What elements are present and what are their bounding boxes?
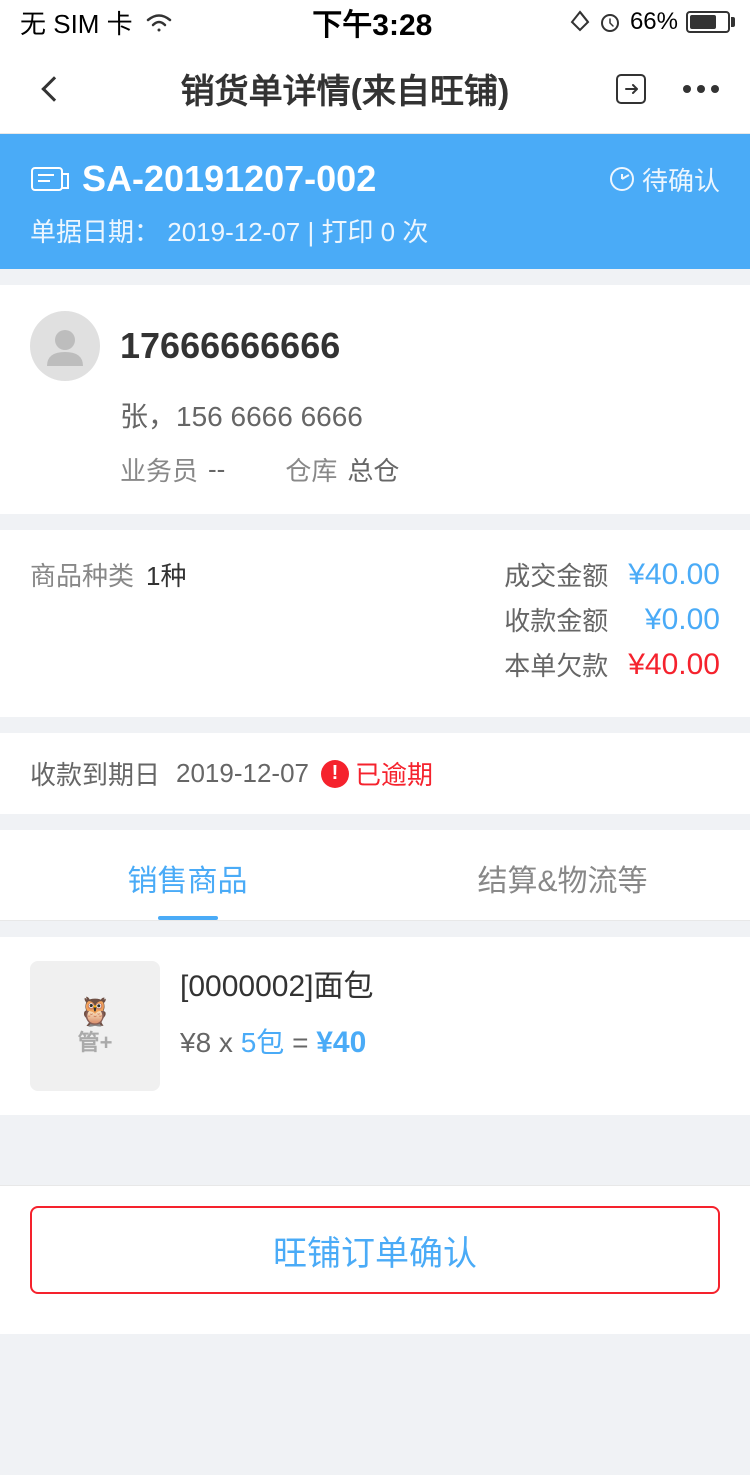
amount-section: 成交金额 ¥40.00 收款金额 ¥0.00 本单欠款 ¥40.00 xyxy=(504,556,720,691)
status-right: 66% xyxy=(570,8,730,36)
product-price: ¥8 x 5包 = ¥40 xyxy=(180,1021,720,1061)
price-total: ¥40 xyxy=(316,1026,366,1059)
confirm-btn-label: 旺铺订单确认 xyxy=(273,1226,477,1275)
bottom-padding xyxy=(0,1315,750,1475)
clock-icon xyxy=(610,167,634,191)
back-button[interactable] xyxy=(24,59,84,119)
category-field: 商品种类 1种 xyxy=(30,556,186,593)
status-bar: 无 SIM 卡 下午3:28 66% xyxy=(0,0,750,44)
category-label: 商品种类 xyxy=(30,556,134,593)
more-button[interactable] xyxy=(676,64,726,114)
warehouse-label: 仓库 xyxy=(285,451,337,488)
share-button[interactable] xyxy=(606,64,656,114)
bottom-button-container: 旺铺订单确认 xyxy=(0,1185,750,1334)
deal-amount-label: 成交金额 xyxy=(504,556,608,593)
back-arrow-icon xyxy=(41,76,66,101)
payment-value: ¥0.00 xyxy=(645,603,720,637)
order-header: SA-20191207-002 待确认 单据日期： 2019-12-07 | 打… xyxy=(0,134,750,269)
deal-amount-value: ¥40.00 xyxy=(628,558,720,592)
confirm-order-button[interactable]: 旺铺订单确认 xyxy=(30,1206,720,1294)
nav-bar: 销货单详情(来自旺铺) xyxy=(0,44,750,134)
price-qty: 5包 xyxy=(241,1027,285,1058)
wifi-icon xyxy=(143,10,175,34)
more-icon xyxy=(681,83,721,95)
warehouse-field: 仓库 总仓 xyxy=(285,451,399,488)
due-value: ¥40.00 xyxy=(628,648,720,682)
share-icon xyxy=(613,71,649,107)
warning-icon: ! xyxy=(321,760,349,788)
avatar-icon xyxy=(43,324,87,368)
product-info: [0000002]面包 ¥8 x 5包 = ¥40 xyxy=(180,961,720,1061)
battery-percentage: 66% xyxy=(630,8,678,36)
price-base: ¥8 x xyxy=(180,1027,241,1058)
product-image: 🦉 管+ xyxy=(30,961,160,1091)
page-title: 销货单详情(来自旺铺) xyxy=(84,64,606,113)
carrier-text: 无 SIM 卡 xyxy=(20,4,133,41)
location-icon xyxy=(570,10,590,34)
product-logo: 🦉 管+ xyxy=(78,997,113,1056)
customer-name: 张，156 6666 6666 xyxy=(120,395,720,435)
category-value: 1种 xyxy=(146,556,186,593)
tab-sales-products[interactable]: 销售商品 xyxy=(0,830,375,920)
order-id: SA-20191207-002 xyxy=(30,158,376,200)
battery-icon xyxy=(686,11,730,33)
overdue-date: 2019-12-07 xyxy=(176,758,309,789)
status-left: 无 SIM 卡 xyxy=(20,4,175,41)
salesperson-value: -- xyxy=(208,454,225,485)
product-name: [0000002]面包 xyxy=(180,961,720,1005)
salesperson-field: 业务员 -- xyxy=(120,451,225,488)
customer-card: 17666666666 张，156 6666 6666 业务员 -- 仓库 总仓 xyxy=(0,285,750,514)
price-separator: = xyxy=(292,1027,316,1058)
payment-label: 收款金额 xyxy=(504,601,608,638)
overdue-badge: ! 已逾期 xyxy=(321,755,433,792)
due-label: 本单欠款 xyxy=(504,646,608,683)
warehouse-value: 总仓 xyxy=(347,451,399,488)
customer-phone: 17666666666 xyxy=(120,325,340,367)
status-time: 下午3:28 xyxy=(312,0,432,44)
order-date: 单据日期： 2019-12-07 | 打印 0 次 xyxy=(30,212,720,249)
tabs-container: 销售商品 结算&物流等 xyxy=(0,830,750,921)
alarm-icon xyxy=(598,10,622,34)
tab-settlement-logistics[interactable]: 结算&物流等 xyxy=(375,830,750,920)
overdue-card: 收款到期日 2019-12-07 ! 已逾期 xyxy=(0,733,750,814)
overdue-text: 已逾期 xyxy=(355,755,433,792)
overdue-label: 收款到期日 xyxy=(30,755,160,792)
avatar xyxy=(30,311,100,381)
status-text: 待确认 xyxy=(642,161,720,198)
order-icon xyxy=(30,164,70,194)
nav-actions xyxy=(606,64,726,114)
tabs-row: 销售商品 结算&物流等 xyxy=(0,830,750,921)
order-status: 待确认 xyxy=(610,161,720,198)
salesperson-label: 业务员 xyxy=(120,451,198,488)
summary-card: 商品种类 1种 成交金额 ¥40.00 收款金额 ¥0.00 本单欠款 ¥40.… xyxy=(0,530,750,717)
product-card: 🦉 管+ [0000002]面包 ¥8 x 5包 = ¥40 xyxy=(0,937,750,1115)
